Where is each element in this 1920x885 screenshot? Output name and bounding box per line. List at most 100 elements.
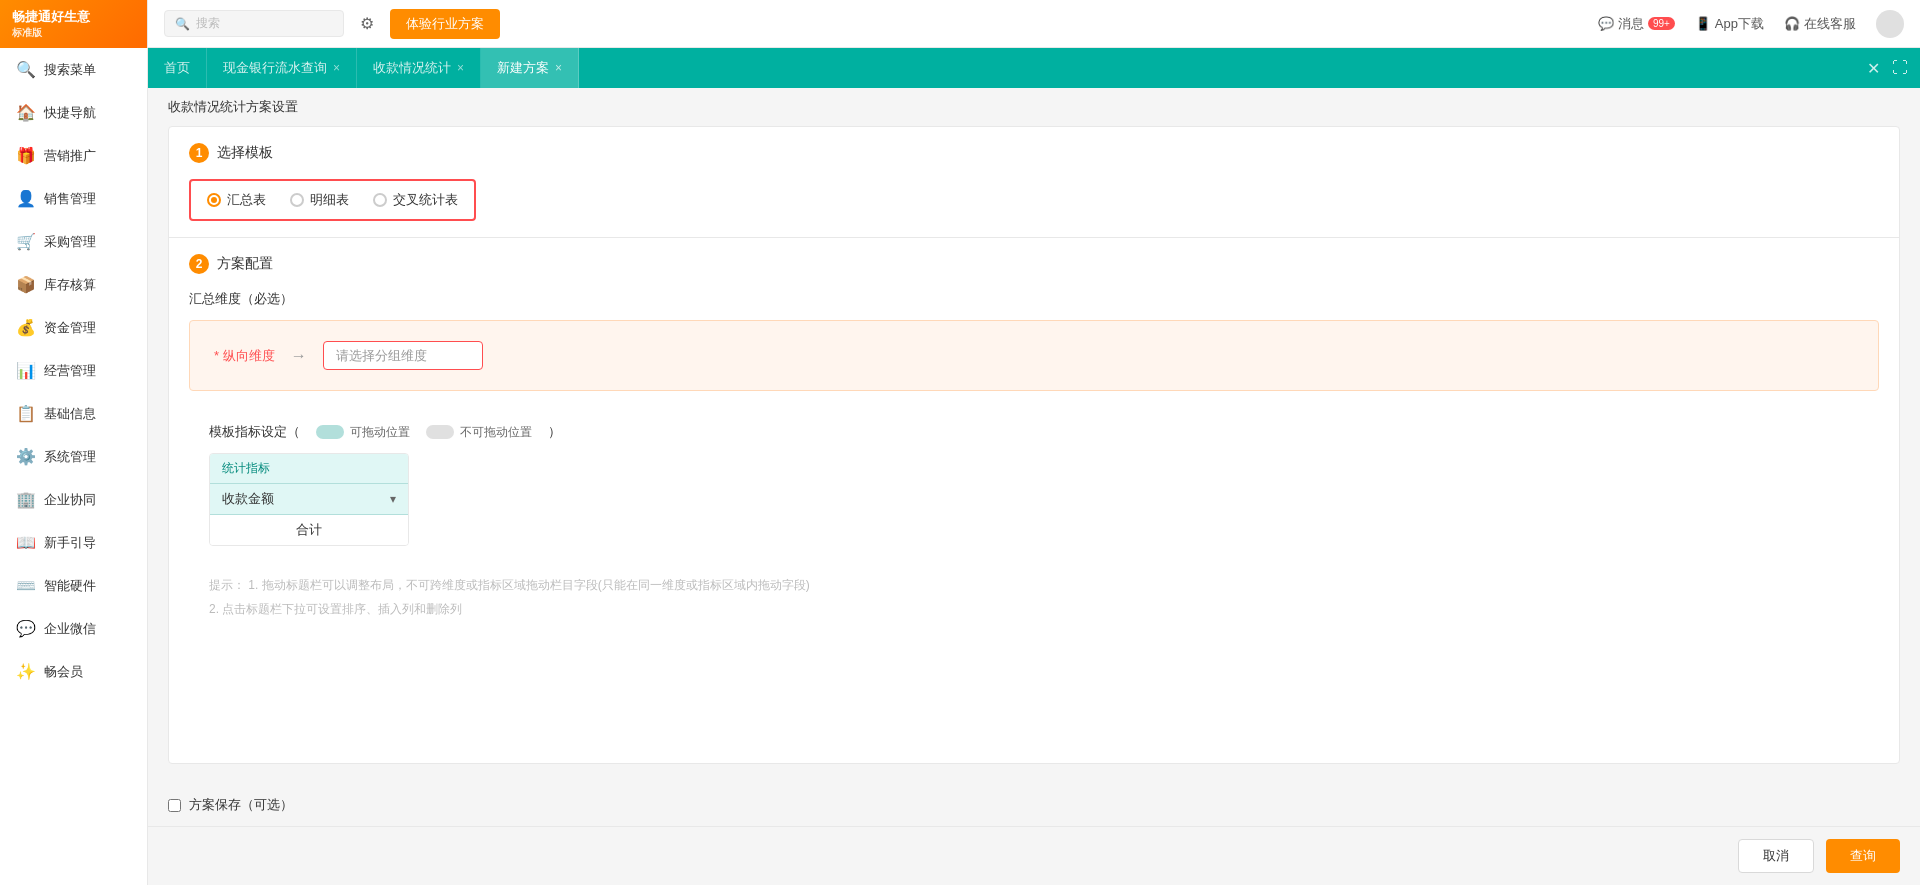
sidebar-item-sales[interactable]: 👤 销售管理 [0, 177, 147, 220]
purchase-icon: 🛒 [16, 232, 36, 251]
sidebar-item-quick-nav[interactable]: 🏠 快捷导航 [0, 91, 147, 134]
sidebar-item-search-menu[interactable]: 🔍 搜索菜单 [0, 48, 147, 91]
user-avatar[interactable] [1876, 10, 1904, 38]
sidebar-item-label: 基础信息 [44, 405, 96, 423]
sidebar-item-label: 经营管理 [44, 362, 96, 380]
topbar-right: 💬 消息 99+ 📱 App下载 🎧 在线客服 [1598, 10, 1904, 38]
tab-collection-stat-close[interactable]: × [457, 61, 464, 75]
query-button[interactable]: 查询 [1826, 839, 1900, 873]
tab-cashflow-close[interactable]: × [333, 61, 340, 75]
indicator-legend: 可拖动位置 不可拖动位置 [316, 424, 532, 441]
sidebar-item-label: 畅会员 [44, 663, 83, 681]
dimension-select[interactable]: 请选择分组维度 [323, 341, 483, 370]
indicator-title-close: ） [548, 423, 561, 441]
sidebar-item-hardware[interactable]: ⌨️ 智能硬件 [0, 564, 147, 607]
indicator-chip: 收款金额 ▾ [210, 484, 408, 515]
tab-new-plan-close[interactable]: × [555, 61, 562, 75]
sidebar-item-inventory[interactable]: 📦 库存核算 [0, 263, 147, 306]
breadcrumb-text: 收款情况统计方案设置 [168, 99, 298, 114]
legend-nodrag-label: 不可拖动位置 [460, 424, 532, 441]
sidebar-item-system[interactable]: ⚙️ 系统管理 [0, 435, 147, 478]
hardware-icon: ⌨️ [16, 576, 36, 595]
sidebar-item-label: 系统管理 [44, 448, 96, 466]
indicator-section: 模板指标设定（ 可拖动位置 不可拖动位置 ） [189, 407, 1879, 565]
sidebar-item-guide[interactable]: 📖 新手引导 [0, 521, 147, 564]
sidebar-item-enterprise[interactable]: 🏢 企业协同 [0, 478, 147, 521]
sidebar-item-label: 搜索菜单 [44, 61, 96, 79]
enterprise-icon: 🏢 [16, 490, 36, 509]
tab-close-all-icon[interactable]: ✕ [1867, 59, 1880, 78]
radio-summary-label: 汇总表 [227, 191, 266, 209]
tab-new-plan[interactable]: 新建方案 × [481, 48, 579, 88]
indicator-total: 合计 [210, 515, 408, 545]
radio-cross-input[interactable] [373, 193, 387, 207]
tabbar-actions: ✕ ⛶ [1855, 48, 1920, 88]
sidebar-item-label: 营销推广 [44, 147, 96, 165]
sidebar-item-label: 销售管理 [44, 190, 96, 208]
sidebar-item-purchase[interactable]: 🛒 采购管理 [0, 220, 147, 263]
section2-num: 2 [189, 254, 209, 274]
sidebar-item-marketing[interactable]: 🎁 营销推广 [0, 134, 147, 177]
dimension-row-label: * 纵向维度 [214, 347, 275, 365]
service-item[interactable]: 🎧 在线客服 [1784, 15, 1856, 33]
search-placeholder: 搜索 [196, 15, 220, 32]
hint-text-2: 2. 点击标题栏下拉可设置排序、插入列和删除列 [209, 597, 462, 621]
content-area: 收款情况统计方案设置 1 选择模板 汇总表 明细表 [148, 88, 1920, 885]
download-item[interactable]: 📱 App下载 [1695, 15, 1764, 33]
dimension-row: * 纵向维度 → 请选择分组维度 [214, 341, 1854, 370]
radio-summary[interactable]: 汇总表 [207, 191, 266, 209]
sidebar-item-label: 快捷导航 [44, 104, 96, 122]
section2-title: 2 方案配置 [189, 254, 1879, 274]
radio-detail[interactable]: 明细表 [290, 191, 349, 209]
section1-title: 1 选择模板 [189, 143, 1879, 163]
legend-nodraggable: 不可拖动位置 [426, 424, 532, 441]
sidebar-item-finance[interactable]: 💰 资金管理 [0, 306, 147, 349]
inventory-icon: 📦 [16, 275, 36, 294]
save-checkbox[interactable] [168, 799, 181, 812]
tab-expand-icon[interactable]: ⛶ [1892, 59, 1908, 77]
tab-home-label: 首页 [164, 59, 190, 77]
marketing-icon: 🎁 [16, 146, 36, 165]
industry-btn[interactable]: 体验行业方案 [390, 9, 500, 39]
nodrag-indicator [426, 425, 454, 439]
radio-summary-input[interactable] [207, 193, 221, 207]
tab-cashflow[interactable]: 现金银行流水查询 × [207, 48, 357, 88]
main-area: 🔍 搜索 ⚙ 体验行业方案 💬 消息 99+ 📱 App下载 🎧 在线客服 首页 [148, 0, 1920, 885]
notification-item[interactable]: 💬 消息 99+ [1598, 15, 1675, 33]
sidebar-item-label: 新手引导 [44, 534, 96, 552]
tab-collection-stat[interactable]: 收款情况统计 × [357, 48, 481, 88]
tab-new-plan-label: 新建方案 [497, 59, 549, 77]
search-box[interactable]: 🔍 搜索 [164, 10, 344, 37]
tab-home[interactable]: 首页 [148, 48, 207, 88]
sidebar-item-operation[interactable]: 📊 经营管理 [0, 349, 147, 392]
section-template: 1 选择模板 汇总表 明细表 交叉统计表 [169, 127, 1899, 237]
hint-row-2: 2. 点击标题栏下拉可设置排序、插入列和删除列 [209, 597, 1859, 621]
tab-cashflow-label: 现金银行流水查询 [223, 59, 327, 77]
section-config: 2 方案配置 汇总维度（必选） * 纵向维度 → 请选择分组维度 [169, 238, 1899, 653]
sidebar-item-label: 库存核算 [44, 276, 96, 294]
member-icon: ✨ [16, 662, 36, 681]
section1-num: 1 [189, 143, 209, 163]
logo-sub-text: 标准版 [12, 26, 90, 40]
download-icon: 📱 [1695, 16, 1711, 31]
tabbar: 首页 现金银行流水查询 × 收款情况统计 × 新建方案 × ✕ ⛶ [148, 48, 1920, 88]
radio-detail-input[interactable] [290, 193, 304, 207]
sidebar-item-member[interactable]: ✨ 畅会员 [0, 650, 147, 693]
save-label: 方案保存（可选） [189, 796, 293, 814]
radio-cross[interactable]: 交叉统计表 [373, 191, 458, 209]
service-icon: 🎧 [1784, 16, 1800, 31]
notification-badge: 99+ [1648, 17, 1675, 30]
hint-text-1: 提示： 1. 拖动标题栏可以调整布局，不可跨维度或指标区域拖动栏目字段(只能在同… [209, 573, 810, 597]
cancel-button[interactable]: 取消 [1738, 839, 1814, 873]
operation-icon: 📊 [16, 361, 36, 380]
sidebar-item-wechat[interactable]: 💬 企业微信 [0, 607, 147, 650]
download-label: App下载 [1715, 15, 1764, 33]
legend-draggable: 可拖动位置 [316, 424, 410, 441]
indicator-chip-dropdown[interactable]: ▾ [390, 492, 396, 506]
save-bar: 方案保存（可选） [148, 784, 1920, 826]
service-label: 在线客服 [1804, 15, 1856, 33]
drag-indicator [316, 425, 344, 439]
sidebar-item-basic[interactable]: 📋 基础信息 [0, 392, 147, 435]
settings-icon[interactable]: ⚙ [360, 14, 374, 33]
radio-cross-label: 交叉统计表 [393, 191, 458, 209]
